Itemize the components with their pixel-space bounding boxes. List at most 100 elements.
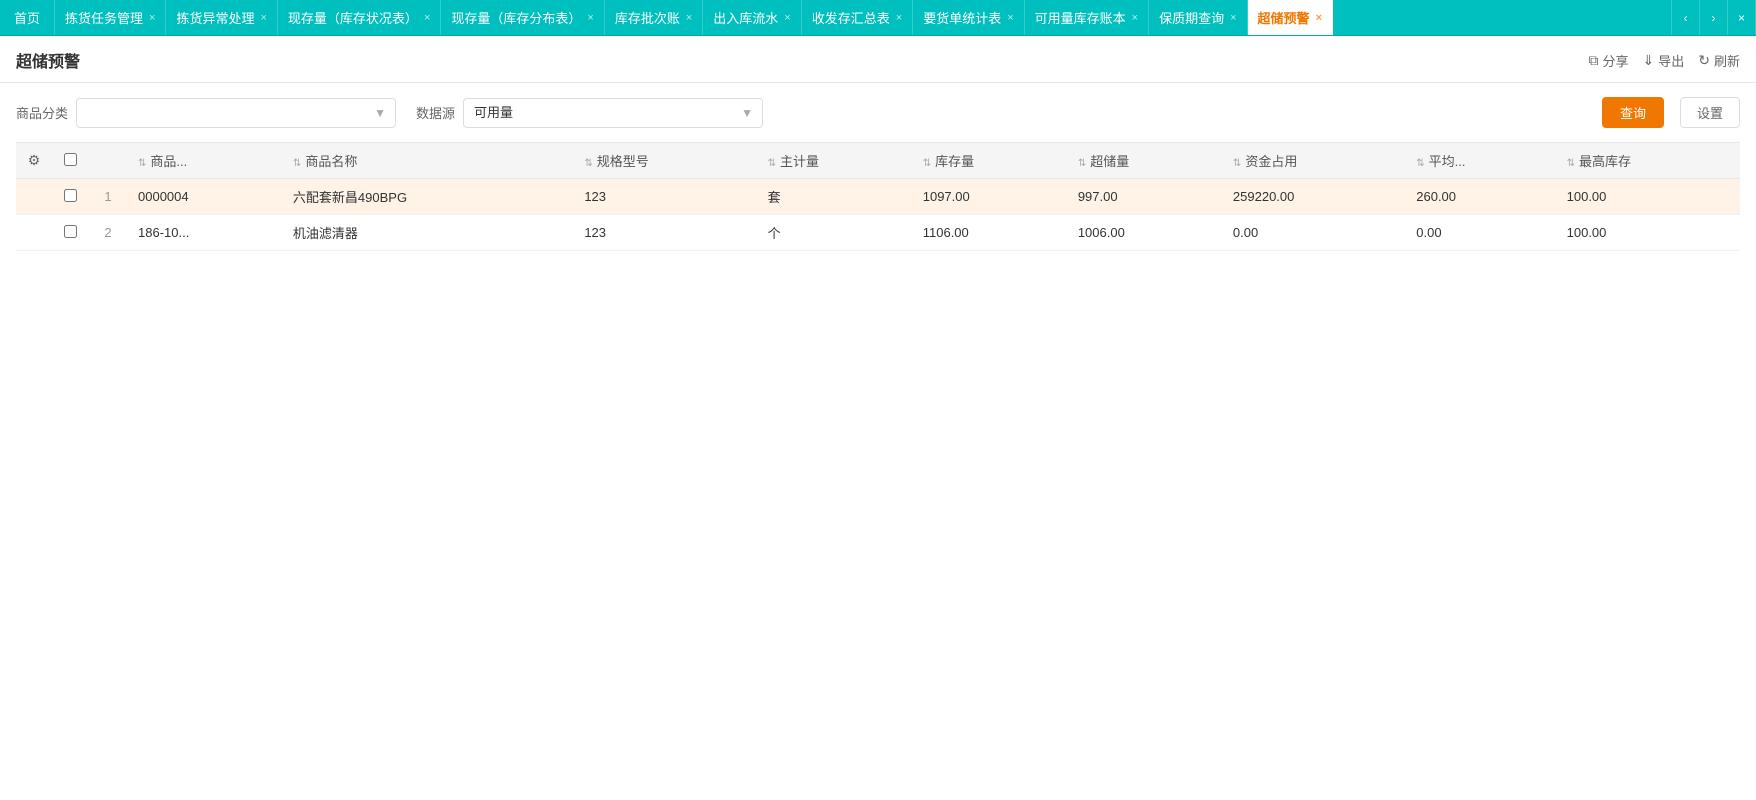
col-stock-header[interactable]: ⇅库存量: [913, 143, 1068, 179]
category-filter: 商品分类 ▼: [16, 98, 396, 128]
nav-tab-close-7[interactable]: ×: [1007, 12, 1013, 24]
row-settings-0: [16, 179, 52, 215]
nav-tab-2[interactable]: 现存量（库存状况表）×: [278, 0, 441, 35]
row-product-code-1: 186-10...: [128, 215, 283, 251]
col-settings-header[interactable]: ⚙: [16, 143, 52, 179]
nav-tab-7[interactable]: 要货单统计表×: [913, 0, 1024, 35]
row-unit-0: 套: [758, 179, 913, 215]
nav-tab-9[interactable]: 保质期查询×: [1149, 0, 1247, 35]
table-header-row: ⚙ ⇅商品... ⇅商品名称 ⇅规格型号: [16, 143, 1740, 179]
row-num-0: 1: [88, 179, 128, 215]
nav-left-arrow[interactable]: ‹: [1672, 0, 1700, 35]
nav-tab-10[interactable]: 超储预警×: [1248, 0, 1333, 35]
row-product-name-0: 六配套新昌490BPG: [283, 179, 574, 215]
sort-stock-icon: ⇅: [923, 158, 931, 169]
nav-tab-close-3[interactable]: ×: [587, 12, 593, 24]
nav-arrows: ‹ › ×: [1671, 0, 1756, 35]
filter-bar: 商品分类 ▼ 数据源 可用量 ▼ 查询 设置: [0, 83, 1756, 142]
row-spec-0: 123: [574, 179, 757, 215]
table-row: 2 186-10... 机油滤清器 123 个 1106.00 1006.00 …: [16, 215, 1740, 251]
nav-tab-1[interactable]: 拣货异常处理×: [166, 0, 277, 35]
sort-max-stock-icon: ⇅: [1567, 158, 1575, 169]
header-actions: ⧉ 分享 ⇓ 导出 ↻ 刷新: [1588, 51, 1740, 70]
table-body: 1 0000004 六配套新昌490BPG 123 套 1097.00 997.…: [16, 179, 1740, 251]
datasource-filter: 数据源 可用量 ▼: [416, 98, 763, 128]
nav-tab-close-0[interactable]: ×: [149, 12, 155, 24]
table-wrap: ⚙ ⇅商品... ⇅商品名称 ⇅规格型号: [0, 142, 1756, 251]
export-label: 导出: [1658, 51, 1684, 70]
nav-tab-close-8[interactable]: ×: [1132, 12, 1138, 24]
category-label: 商品分类: [16, 103, 68, 122]
row-checkbox-0[interactable]: [52, 179, 88, 215]
row-checkbox-1[interactable]: [52, 215, 88, 251]
row-unit-1: 个: [758, 215, 913, 251]
row-overstock-0: 997.00: [1068, 179, 1223, 215]
refresh-button[interactable]: ↻ 刷新: [1698, 51, 1740, 70]
col-checkbox-header[interactable]: [52, 143, 88, 179]
sort-product-code-icon: ⇅: [138, 158, 146, 169]
nav-tab-4[interactable]: 库存批次账×: [605, 0, 703, 35]
refresh-icon: ↻: [1698, 52, 1710, 69]
col-product-code-header[interactable]: ⇅商品...: [128, 143, 283, 179]
nav-tab-close-2[interactable]: ×: [424, 12, 430, 24]
category-select-wrap: ▼: [76, 98, 396, 128]
row-product-name-1: 机油滤清器: [283, 215, 574, 251]
row-stock-0: 1097.00: [913, 179, 1068, 215]
col-overstock-header[interactable]: ⇅超储量: [1068, 143, 1223, 179]
datasource-label: 数据源: [416, 103, 455, 122]
row-avg-1: 0.00: [1406, 215, 1556, 251]
nav-tab-close-1[interactable]: ×: [260, 12, 266, 24]
nav-tab-0[interactable]: 拣货任务管理×: [55, 0, 166, 35]
sort-unit-icon: ⇅: [768, 158, 776, 169]
category-select[interactable]: [76, 98, 396, 128]
nav-close-arrow[interactable]: ×: [1728, 0, 1756, 35]
settings-button[interactable]: 设置: [1680, 97, 1740, 128]
sort-capital-icon: ⇅: [1233, 158, 1241, 169]
page-title: 超储预警: [16, 48, 80, 72]
col-product-name-header[interactable]: ⇅商品名称: [283, 143, 574, 179]
gear-icon: ⚙: [28, 152, 41, 168]
row-select-1[interactable]: [64, 225, 77, 238]
table-row: 1 0000004 六配套新昌490BPG 123 套 1097.00 997.…: [16, 179, 1740, 215]
row-num-1: 2: [88, 215, 128, 251]
nav-tab-close-6[interactable]: ×: [896, 12, 902, 24]
nav-tab-6[interactable]: 收发存汇总表×: [802, 0, 913, 35]
share-button[interactable]: ⧉ 分享: [1588, 51, 1628, 70]
row-capital-1: 0.00: [1223, 215, 1406, 251]
nav-tab-3[interactable]: 现存量（库存分布表）×: [441, 0, 604, 35]
nav-tab-close-4[interactable]: ×: [686, 12, 692, 24]
row-overstock-1: 1006.00: [1068, 215, 1223, 251]
row-settings-1: [16, 215, 52, 251]
sort-overstock-icon: ⇅: [1078, 158, 1086, 169]
row-stock-1: 1106.00: [913, 215, 1068, 251]
query-button[interactable]: 查询: [1602, 97, 1664, 128]
export-button[interactable]: ⇓ 导出: [1643, 51, 1685, 70]
nav-bar: 首页 拣货任务管理×拣货异常处理×现存量（库存状况表）×现存量（库存分布表）×库…: [0, 0, 1756, 36]
sort-product-name-icon: ⇅: [293, 158, 301, 169]
datasource-select-wrap: 可用量 ▼: [463, 98, 763, 128]
select-all-checkbox[interactable]: [64, 153, 77, 166]
datasource-select[interactable]: 可用量: [463, 98, 763, 128]
nav-tab-8[interactable]: 可用量库存账本×: [1025, 0, 1149, 35]
nav-right-arrow[interactable]: ›: [1700, 0, 1728, 35]
refresh-label: 刷新: [1714, 51, 1740, 70]
row-avg-0: 260.00: [1406, 179, 1556, 215]
filter-right-buttons: 查询 设置: [1602, 97, 1740, 128]
main-content: 超储预警 ⧉ 分享 ⇓ 导出 ↻ 刷新 商品分类 ▼: [0, 36, 1756, 800]
col-max-stock-header[interactable]: ⇅最高库存: [1557, 143, 1740, 179]
data-table: ⚙ ⇅商品... ⇅商品名称 ⇅规格型号: [16, 142, 1740, 251]
nav-tab-5[interactable]: 出入库流水×: [703, 0, 801, 35]
nav-tab-close-10[interactable]: ×: [1316, 12, 1322, 24]
share-icon: ⧉: [1588, 52, 1598, 69]
col-avg-header[interactable]: ⇅平均...: [1406, 143, 1556, 179]
row-select-0[interactable]: [64, 189, 77, 202]
col-unit-header[interactable]: ⇅主计量: [758, 143, 913, 179]
nav-home[interactable]: 首页: [0, 0, 55, 35]
sort-avg-icon: ⇅: [1416, 158, 1424, 169]
row-capital-0: 259220.00: [1223, 179, 1406, 215]
col-capital-header[interactable]: ⇅资金占用: [1223, 143, 1406, 179]
nav-tab-close-5[interactable]: ×: [784, 12, 790, 24]
col-spec-header[interactable]: ⇅规格型号: [574, 143, 757, 179]
row-max-stock-1: 100.00: [1557, 215, 1740, 251]
nav-tab-close-9[interactable]: ×: [1230, 12, 1236, 24]
